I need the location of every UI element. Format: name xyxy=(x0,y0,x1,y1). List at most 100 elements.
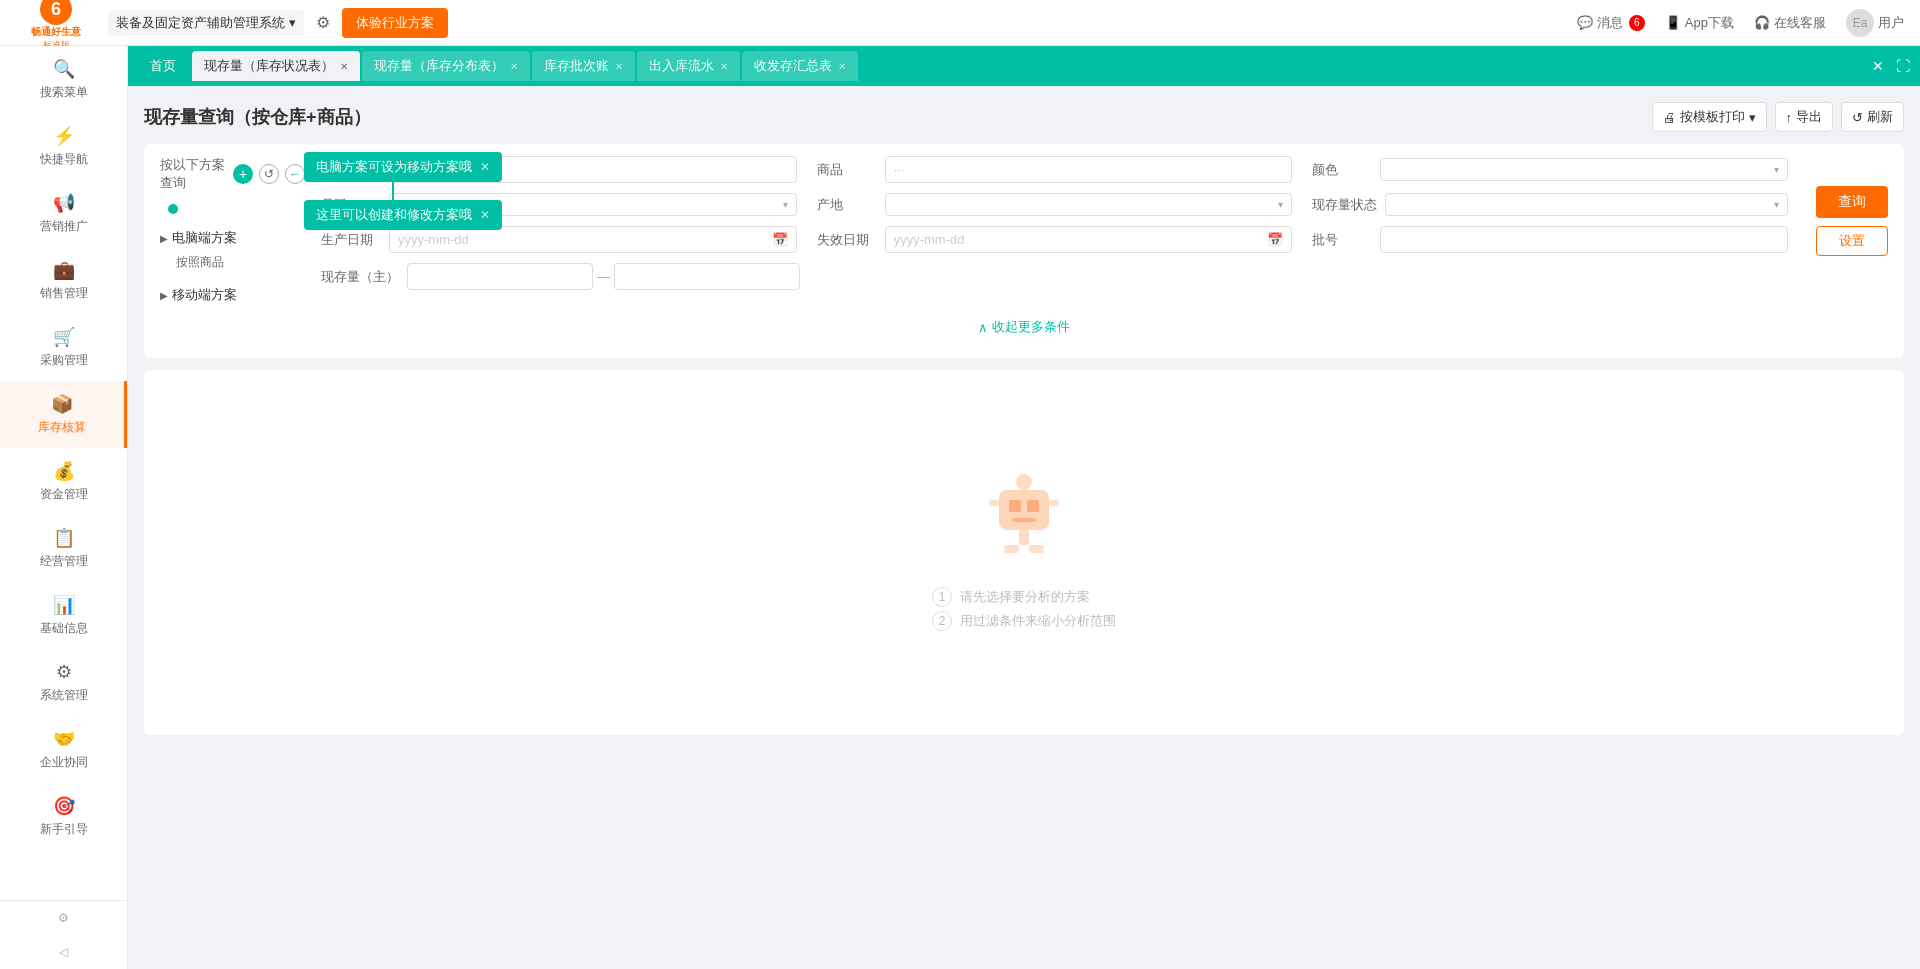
sidebar-item-base-info[interactable]: 📊 基础信息 xyxy=(0,582,127,649)
range-separator: — xyxy=(597,269,610,284)
message-icon: 💬 xyxy=(1577,15,1593,30)
megaphone-icon: 📢 xyxy=(53,192,75,214)
scheme-tree: ▶ 电脑端方案 按照商品 ▶ xyxy=(160,225,305,308)
sidebar-item-new-guide[interactable]: 🎯 新手引导 xyxy=(0,783,127,850)
filter-left-panel: 按以下方案查询 + ↺ ← xyxy=(160,156,305,308)
stock-qty-min[interactable] xyxy=(407,263,593,290)
tab-bar: 首页 现存量（库存状况表） ✕ 现存量（库存分布表） ✕ 库存批次账 ✕ 出入库… xyxy=(128,46,1920,86)
svg-rect-4 xyxy=(1019,530,1029,545)
production-date-placeholder: yyyy-mm-dd xyxy=(398,232,469,247)
search-btn[interactable]: 查询 xyxy=(1816,186,1888,218)
system-selector[interactable]: 装备及固定资产辅助管理系统 ▾ xyxy=(108,10,304,36)
tab-batch-ledger[interactable]: 库存批次账 ✕ xyxy=(532,51,635,81)
sidebar-item-marketing[interactable]: 📢 营销推广 xyxy=(0,180,127,247)
scheme-dot xyxy=(168,204,178,214)
trial-button[interactable]: 体验行业方案 xyxy=(342,8,448,38)
export-icon: ↑ xyxy=(1786,110,1793,125)
print-icon: 🖨 xyxy=(1663,110,1676,125)
export-btn[interactable]: ↑ 导出 xyxy=(1775,102,1834,132)
content-area: 首页 现存量（库存状况表） ✕ 现存量（库存分布表） ✕ 库存批次账 ✕ 出入库… xyxy=(128,46,1920,969)
sidebar-item-search-menu[interactable]: 🔍 搜索菜单 xyxy=(0,46,127,113)
page-title: 现存量查询（按仓库+商品） xyxy=(144,105,371,129)
scheme-tree-mobile-item[interactable]: ▶ 移动端方案 xyxy=(160,282,305,308)
sidebar-item-sales[interactable]: 💼 销售管理 xyxy=(0,247,127,314)
svg-point-9 xyxy=(1016,474,1032,490)
origin-arrow-icon: ▾ xyxy=(1278,199,1283,210)
main-area: 🔍 搜索菜单 ⚡ 快捷导航 📢 营销推广 💼 销售管理 🛒 采购管理 📦 xyxy=(0,46,1920,969)
sidebar-item-quick-nav[interactable]: ⚡ 快捷导航 xyxy=(0,113,127,180)
svg-rect-7 xyxy=(1004,545,1019,553)
tab-close-inventory-dist[interactable]: ✕ xyxy=(510,61,518,72)
dot-indicator-row xyxy=(160,202,305,217)
headset-icon: 🎧 xyxy=(1754,15,1770,30)
filter-refresh-btn[interactable]: ↺ xyxy=(259,164,279,184)
sidebar-item-purchase[interactable]: 🛒 采购管理 xyxy=(0,314,127,381)
tab-recv-summary[interactable]: 收发存汇总表 ✕ xyxy=(742,51,858,81)
money-icon: 💰 xyxy=(53,460,75,482)
step-2-num: 2 xyxy=(932,611,952,631)
sidebar-collapse-btn[interactable]: ◁ xyxy=(0,935,127,969)
sidebar-item-operations[interactable]: 📋 经营管理 xyxy=(0,515,127,582)
sidebar-item-sys-mgmt[interactable]: ⚙ 系统管理 xyxy=(0,649,127,716)
calendar-icon-2: 📅 xyxy=(1267,232,1283,247)
production-date-input[interactable]: yyyy-mm-dd 📅 xyxy=(389,226,797,253)
tab-close-batch-ledger[interactable]: ✕ xyxy=(615,61,623,72)
filter-collapse-btn[interactable]: ∧ 收起更多条件 xyxy=(160,308,1888,346)
filter-stock-qty: 现存量（主） — xyxy=(321,263,800,290)
sidebar-settings-btn[interactable]: ⚙ xyxy=(0,901,127,935)
template-print-btn[interactable]: 🖨 按模板打印 ▾ xyxy=(1652,102,1767,132)
setting-btn[interactable]: 设置 xyxy=(1816,226,1888,256)
tab-close-inout-flow[interactable]: ✕ xyxy=(720,61,728,72)
scheme-tree-desktop[interactable]: ▶ 电脑端方案 xyxy=(160,225,305,251)
color-label: 颜色 xyxy=(1312,161,1372,179)
scheme-sub-by-product[interactable]: 按照商品 xyxy=(176,251,305,274)
filter-production-date: 生产日期 yyyy-mm-dd 📅 xyxy=(321,226,797,253)
sidebar-item-enterprise[interactable]: 🤝 企业协同 xyxy=(0,716,127,783)
tab-inout-flow[interactable]: 出入库流水 ✕ xyxy=(637,51,740,81)
filter-stock-status: 现存量状态 ▾ xyxy=(1312,193,1788,216)
scheme-popover-1-close[interactable]: ✕ xyxy=(480,160,490,174)
tab-close-all-btn[interactable]: ✕ xyxy=(1870,56,1886,76)
expiry-date-input[interactable]: yyyy-mm-dd 📅 xyxy=(885,226,1293,253)
filter-row-2: 尺码 ▾ 产地 xyxy=(321,193,1788,216)
user-area[interactable]: Ea 用户 xyxy=(1846,9,1904,37)
online-support-btn[interactable]: 🎧 在线客服 xyxy=(1754,14,1826,32)
tab-home[interactable]: 首页 xyxy=(136,51,190,81)
target-icon: 🎯 xyxy=(53,795,75,817)
tab-inventory-dist[interactable]: 现存量（库存分布表） ✕ xyxy=(362,51,530,81)
settings-icon[interactable]: ⚙ xyxy=(316,13,330,32)
app-download-btn[interactable]: 📱 App下载 xyxy=(1665,14,1734,32)
empty-svg xyxy=(974,470,1074,560)
chevron-down-icon: ▾ xyxy=(289,15,296,30)
origin-select[interactable]: ▾ xyxy=(885,193,1293,216)
filter-back-btn[interactable]: ← xyxy=(285,164,305,184)
filter-batch: 批号 xyxy=(1312,226,1788,253)
stock-status-select[interactable]: ▾ xyxy=(1385,193,1788,216)
scheme-popover-2: 这里可以创建和修改方案哦 ✕ xyxy=(304,200,502,230)
tab-close-inventory-status[interactable]: ✕ xyxy=(340,61,348,72)
svg-rect-5 xyxy=(989,500,999,506)
calendar-icon-1: 📅 xyxy=(772,232,788,247)
refresh-btn[interactable]: ↺ 刷新 xyxy=(1841,102,1904,132)
settings-bottom-icon: ⚙ xyxy=(58,911,69,925)
filter-origin: 产地 ▾ xyxy=(817,193,1293,216)
batch-input[interactable] xyxy=(1380,226,1788,253)
empty-steps: 1 请先选择要分析的方案 2 用过滤条件来缩小分析范围 xyxy=(932,583,1116,635)
briefcase-icon: 💼 xyxy=(53,259,75,281)
filter-product: 商品 ··· xyxy=(817,156,1293,183)
tab-inventory-status[interactable]: 现存量（库存状况表） ✕ xyxy=(192,51,360,81)
tab-close-recv-summary[interactable]: ✕ xyxy=(838,61,846,72)
messages-btn[interactable]: 💬 消息 6 xyxy=(1577,14,1645,32)
scheme-popover-2-close[interactable]: ✕ xyxy=(480,208,490,222)
sidebar-item-inventory[interactable]: 📦 库存核算 xyxy=(0,381,127,448)
sidebar-item-finance[interactable]: 💰 资金管理 xyxy=(0,448,127,515)
color-select[interactable]: ▾ xyxy=(1380,158,1788,181)
product-label: 商品 xyxy=(817,161,877,179)
filter-actions: + ↺ ← xyxy=(233,164,305,184)
svg-rect-8 xyxy=(1029,545,1044,553)
tab-fullscreen-btn[interactable]: ⛶ xyxy=(1894,56,1912,76)
filter-add-btn[interactable]: + xyxy=(233,164,253,184)
product-input[interactable]: ··· xyxy=(885,156,1293,183)
stock-status-arrow-icon: ▾ xyxy=(1774,199,1779,210)
stock-qty-max[interactable] xyxy=(614,263,800,290)
